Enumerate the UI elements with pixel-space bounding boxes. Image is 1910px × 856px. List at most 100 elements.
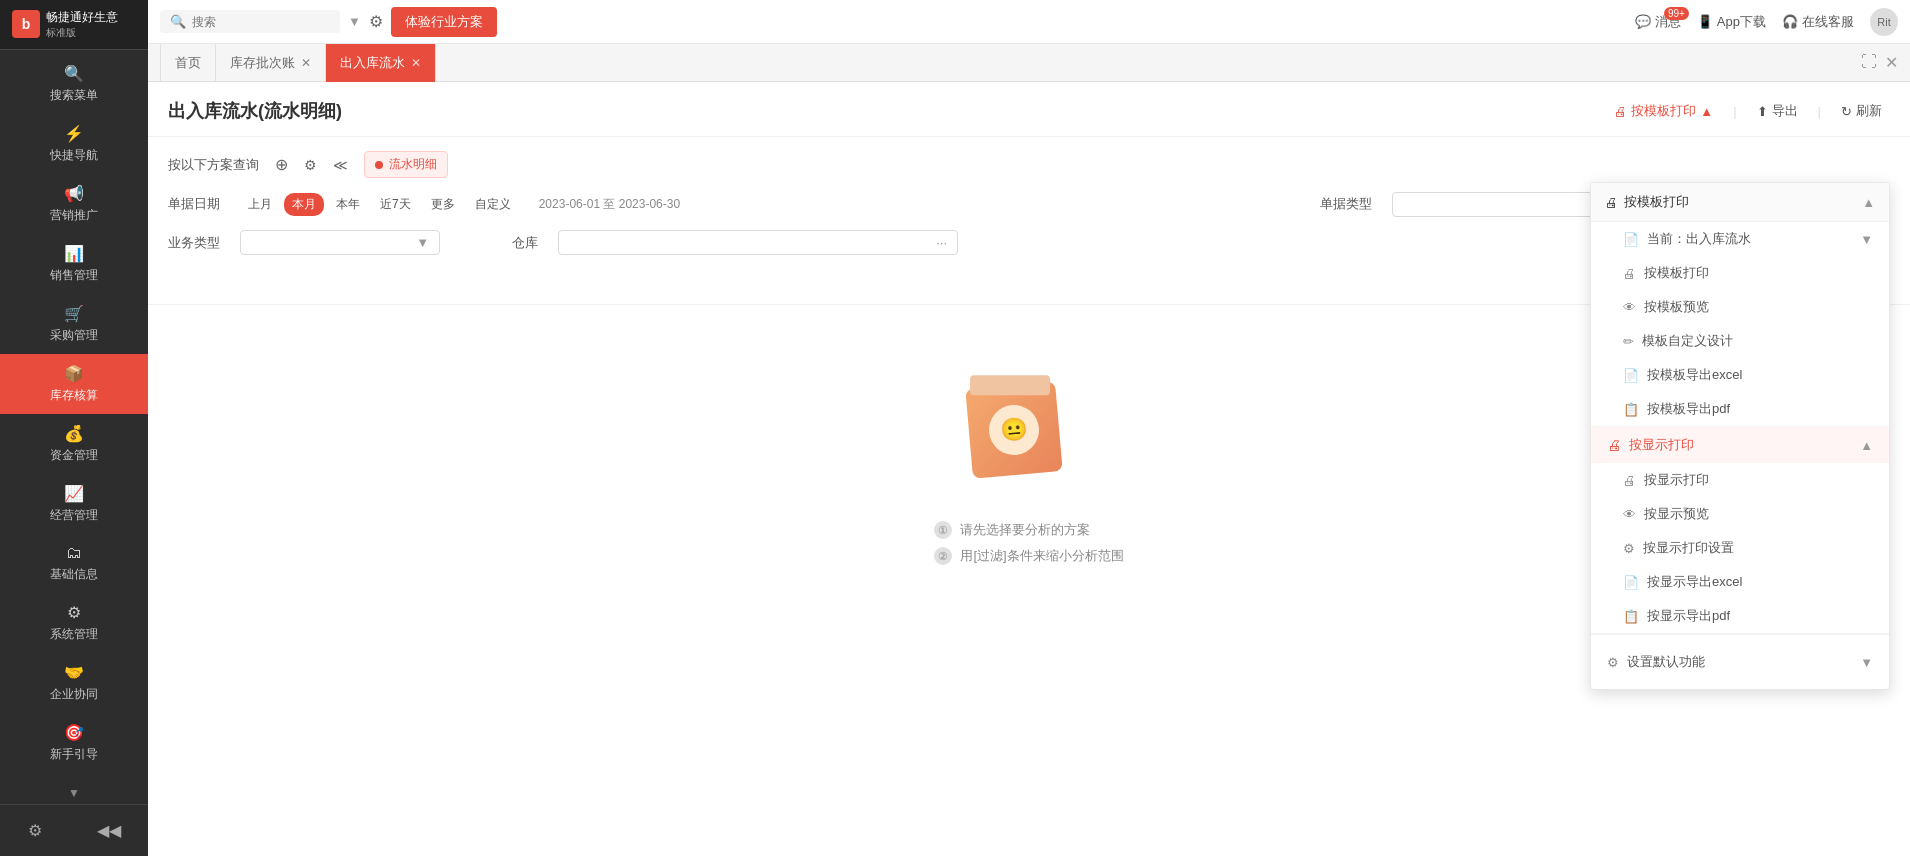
sidebar-item-apps[interactable]: 🔲 应用中心: [0, 773, 148, 782]
filter-row-1: 按以下方案查询 ⊕ ⚙ ≪ 流水明细: [168, 151, 1890, 178]
online-service-button[interactable]: 🎧 在线客服: [1782, 13, 1854, 31]
tab-maximize-icon[interactable]: ⛶: [1861, 53, 1877, 72]
date-tab-lastmonth[interactable]: 上月: [240, 193, 280, 216]
search-input[interactable]: [192, 15, 312, 29]
sidebar-item-collab[interactable]: 🤝 企业协同: [0, 653, 148, 713]
dropdown-item-display-print[interactable]: 🖨 按显示打印: [1591, 463, 1889, 497]
dropdown-template-section: 🖨 按模板打印 👁 按模板预览 ✏ 模板自定义设计 📄 按模板导出excel: [1591, 256, 1889, 427]
search-icon: 🔍: [170, 14, 186, 29]
dropdown-item-template-print[interactable]: 🖨 按模板打印: [1591, 256, 1889, 290]
dropdown-item-template-design[interactable]: ✏ 模板自定义设计: [1591, 324, 1889, 358]
dropdown-item-display-preview[interactable]: 👁 按显示预览: [1591, 497, 1889, 531]
tab-flow[interactable]: 出入库流水 ✕: [326, 44, 436, 82]
divider1: |: [1733, 104, 1736, 119]
topbar-gear-icon[interactable]: ⚙: [369, 12, 383, 31]
chart-icon: 📊: [64, 244, 84, 263]
date-tab-thismonth[interactable]: 本月: [284, 193, 324, 216]
date-tab-thisyear[interactable]: 本年: [328, 193, 368, 216]
footer-chevron-icon: ▼: [1860, 655, 1873, 670]
print-icon: 🖨: [1623, 266, 1636, 281]
tag-dot: [375, 161, 383, 169]
dropdown-item-display-pdf[interactable]: 📋 按显示导出pdf: [1591, 599, 1889, 633]
filter-add-icon[interactable]: ⊕: [275, 155, 288, 174]
page-header: 出入库流水(流水明细) 🖨 按模板打印 ▲ | ⬆ 导出 | ↻: [148, 82, 1910, 137]
export-button[interactable]: ⬆ 导出: [1749, 98, 1806, 124]
filter-settings-icon[interactable]: ⚙: [304, 157, 317, 173]
date-label: 单据日期: [168, 195, 220, 213]
scroll-down-btn[interactable]: ▼: [68, 786, 80, 800]
folder-icon: 🗂: [66, 544, 82, 562]
printer-icon: 🖨: [1614, 104, 1627, 119]
content-area: 出入库流水(流水明细) 🖨 按模板打印 ▲ | ⬆ 导出 | ↻: [148, 82, 1910, 856]
dropdown-display-section-header[interactable]: 🖨 按显示打印 ▲: [1591, 427, 1889, 463]
refresh-button[interactable]: ↻ 刷新: [1833, 98, 1890, 124]
tip-num-1: ①: [934, 521, 952, 539]
tab-batch-close[interactable]: ✕: [301, 56, 311, 70]
warehouse-label: 仓库: [512, 234, 538, 252]
trending-icon: 📈: [64, 484, 84, 503]
dropdown-header: 🖨 按模板打印 ▲: [1591, 183, 1889, 222]
date-tab-7days[interactable]: 近7天: [372, 193, 419, 216]
pdf-icon: 📋: [1623, 402, 1639, 417]
date-range: 2023-06-01 至 2023-06-30: [539, 196, 680, 213]
collapse-icon[interactable]: ◀◀: [91, 815, 127, 846]
headset-icon: 🎧: [1782, 14, 1798, 29]
sidebar-item-search[interactable]: 🔍 搜索菜单: [0, 54, 148, 114]
biztype-select[interactable]: ▼: [240, 230, 440, 255]
message-button[interactable]: 💬 消息 99+: [1635, 13, 1681, 31]
display-excel-icon: 📄: [1623, 575, 1639, 590]
print-template-button[interactable]: 🖨 按模板打印 ▲: [1606, 98, 1721, 124]
display-pdf-icon: 📋: [1623, 609, 1639, 624]
tab-home[interactable]: 首页: [160, 44, 216, 82]
divider2: |: [1818, 104, 1821, 119]
empty-tip-1: ① 请先选择要分析的方案: [934, 521, 1123, 539]
app-download-button[interactable]: 📱 App下载: [1697, 13, 1766, 31]
tab-close-all-icon[interactable]: ✕: [1885, 53, 1898, 72]
sidebar-item-purchase[interactable]: 🛒 采购管理: [0, 294, 148, 354]
search-chevron-icon[interactable]: ▼: [348, 14, 361, 29]
sidebar-item-system[interactable]: ⚙ 系统管理: [0, 593, 148, 653]
dropdown-item-display-excel[interactable]: 📄 按显示导出excel: [1591, 565, 1889, 599]
dropdown-item-display-settings[interactable]: ⚙ 按显示打印设置: [1591, 531, 1889, 565]
dropdown-item-template-pdf[interactable]: 📋 按模板导出pdf: [1591, 392, 1889, 426]
dropdown-up-arrow[interactable]: ▲: [1862, 195, 1875, 210]
user-avatar[interactable]: Rit: [1870, 8, 1898, 36]
topbar-search-box[interactable]: 🔍: [160, 10, 340, 33]
set-default-button[interactable]: ⚙ 设置默认功能 ▼: [1607, 645, 1873, 679]
filter-tag-shuimingxi[interactable]: 流水明细: [364, 151, 448, 178]
warehouse-select[interactable]: ···: [558, 230, 958, 255]
dropdown-item-template-excel[interactable]: 📄 按模板导出excel: [1591, 358, 1889, 392]
avatar-image: Rit: [1870, 8, 1898, 36]
sidebar-item-finance[interactable]: 💰 资金管理: [0, 414, 148, 474]
date-tab-more[interactable]: 更多: [423, 193, 463, 216]
settings-icon[interactable]: ⚙: [22, 815, 48, 846]
date-tab-custom[interactable]: 自定义: [467, 193, 519, 216]
filter-label: 按以下方案查询: [168, 156, 259, 174]
sidebar-item-basic[interactable]: 🗂 基础信息: [0, 534, 148, 593]
sidebar-item-sales[interactable]: 📊 销售管理: [0, 234, 148, 294]
tab-batch[interactable]: 库存批次账 ✕: [216, 44, 326, 82]
refresh-icon: ↻: [1841, 104, 1852, 119]
logo-text: 畅捷通好生意 标准版: [46, 10, 118, 39]
sidebar-item-guide[interactable]: 🎯 新手引导: [0, 713, 148, 773]
dropdown-item-template-preview[interactable]: 👁 按模板预览: [1591, 290, 1889, 324]
display-settings-icon: ⚙: [1623, 541, 1635, 556]
trial-button[interactable]: 体验行业方案: [391, 7, 497, 37]
dropdown-title: 🖨 按模板打印: [1605, 193, 1689, 211]
handshake-icon: 🤝: [64, 663, 84, 682]
tab-flow-close[interactable]: ✕: [411, 56, 421, 70]
page-title: 出入库流水(流水明细): [168, 99, 342, 123]
message-icon: 💬: [1635, 14, 1651, 29]
sidebar-item-inventory[interactable]: 📦 库存核算: [0, 354, 148, 414]
biztype-chevron-icon: ▼: [416, 235, 429, 250]
dropdown-current-item[interactable]: 📄 当前：出入库流水 ▼: [1591, 222, 1889, 256]
filter-collapse-icon[interactable]: ≪: [333, 157, 348, 173]
empty-box-graphic: 😐: [965, 381, 1063, 479]
page-actions: 🖨 按模板打印 ▲ | ⬆ 导出 | ↻ 刷新: [1606, 98, 1890, 124]
design-icon: ✏: [1623, 334, 1634, 349]
sidebar-scroll-down[interactable]: ▼: [0, 782, 148, 804]
sidebar-item-quicknav[interactable]: ⚡ 快捷导航: [0, 114, 148, 174]
tab-end-icons: ⛶ ✕: [1861, 53, 1898, 72]
sidebar-item-operation[interactable]: 📈 经营管理: [0, 474, 148, 534]
sidebar-item-marketing[interactable]: 📢 营销推广: [0, 174, 148, 234]
